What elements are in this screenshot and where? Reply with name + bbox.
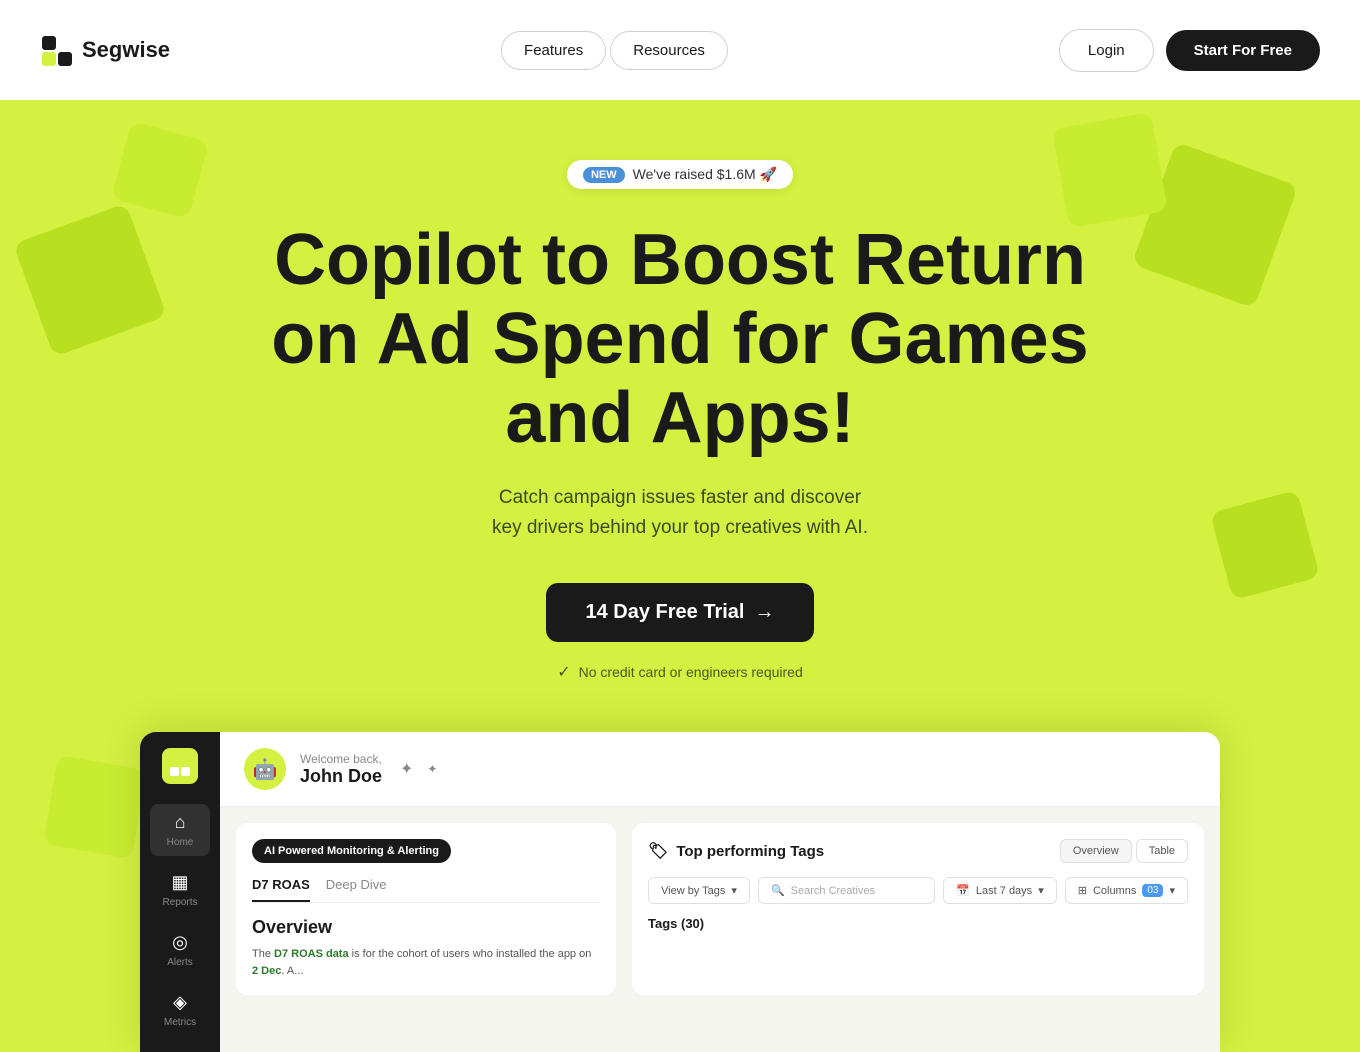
chevron-down-icon: ▾ [731,884,737,897]
right-panel: 🏷 Top performing Tags Overview Table Vie… [632,823,1204,995]
hero-subtitle: Catch campaign issues faster and discove… [492,483,868,544]
arrow-icon: → [754,601,774,624]
app-sidebar: ⌂ Home ▦ Reports ◎ Alerts ◈ Metrics [140,732,220,1052]
tags-count: Tags (30) [648,916,1188,931]
app-preview: ⌂ Home ▦ Reports ◎ Alerts ◈ Metrics 🤖 [140,732,1220,1052]
app-body: AI Powered Monitoring & Alerting D7 ROAS… [220,807,1220,1011]
nav-resources[interactable]: Resources [610,31,728,70]
avatar: 🤖 [244,748,286,790]
deco-cube-br [1210,490,1320,600]
date-filter-btn[interactable]: 📅 Last 7 days ▾ [943,877,1057,904]
search-creatives-field[interactable]: 🔍 Search Creatives [758,877,935,904]
panel-tabs: D7 ROAS Deep Dive [252,877,600,903]
sparkle-icon-2: ✦ [427,762,437,776]
view-table-btn[interactable]: Table [1136,839,1188,863]
date-highlight: 2 Dec [252,965,281,977]
panel-body-text: The D7 ROAS data is for the cohort of us… [252,946,600,979]
right-panel-header: 🏷 Top performing Tags Overview Table [648,839,1188,863]
sidebar-logo [162,748,198,784]
no-cc-text: ✓ No credit card or engineers required [557,662,803,682]
chevron-down-icon-3: ▾ [1169,884,1175,897]
sidebar-item-reports[interactable]: ▦ Reports [150,864,210,916]
search-placeholder: Search Creatives [791,885,875,897]
sidebar-item-home[interactable]: ⌂ Home [150,804,210,856]
left-panel: AI Powered Monitoring & Alerting D7 ROAS… [236,823,616,995]
home-icon: ⌂ [175,812,186,833]
start-free-button[interactable]: Start For Free [1166,30,1320,71]
brand-name: Segwise [82,37,170,63]
checkmark-icon: ✓ [557,662,570,682]
tab-d7roas[interactable]: D7 ROAS [252,877,310,902]
reports-icon: ▦ [171,872,188,893]
deco-cube-tl [13,203,167,357]
nav-features[interactable]: Features [501,31,606,70]
sidebar-item-metrics[interactable]: ◈ Metrics [150,984,210,1036]
highlight-text: D7 ROAS data [274,948,349,960]
hero-section: NEW We've raised $1.6M 🚀 Copilot to Boos… [0,100,1360,1052]
hero-title: Copilot to Boost Return on Ad Spend for … [230,221,1130,459]
columns-icon: ⊞ [1078,884,1087,897]
deco-cube-tl2 [111,121,209,219]
badge-text: We've raised $1.6M 🚀 [633,166,777,183]
toolbar-row: View by Tags ▾ 🔍 Search Creatives 📅 Last… [648,877,1188,904]
columns-count-badge: 03 [1142,884,1163,897]
calendar-icon: 📅 [956,884,970,897]
search-icon: 🔍 [771,884,785,897]
user-info: Welcome back, John Doe [300,752,382,787]
trial-button[interactable]: 14 Day Free Trial → [546,583,815,642]
view-by-tags-btn[interactable]: View by Tags ▾ [648,877,750,904]
chevron-down-icon-2: ▾ [1038,884,1044,897]
sidebar-item-alerts[interactable]: ◎ Alerts [150,924,210,976]
view-overview-btn[interactable]: Overview [1060,839,1132,863]
deco-cube-tr2 [1052,112,1168,228]
login-button[interactable]: Login [1059,29,1154,72]
logo-area: Segwise [40,34,170,66]
panel-title: Overview [252,917,600,938]
tag-panel-icon: 🏷 [648,841,668,861]
nav-actions: Login Start For Free [1059,29,1320,72]
metrics-icon: ◈ [173,992,187,1013]
alerts-icon: ◎ [172,932,188,953]
app-header: 🤖 Welcome back, John Doe ✦ ✦ [220,732,1220,807]
columns-btn[interactable]: ⊞ Columns 03 ▾ [1065,877,1188,904]
right-panel-title: 🏷 Top performing Tags [648,841,824,861]
sparkle-icon-1: ✦ [400,759,413,779]
navbar: Segwise Features Resources Login Start F… [0,0,1360,100]
nav-links: Features Resources [501,31,728,70]
deco-cube-bl [43,755,147,859]
logo-icon [40,34,72,66]
panel-badge: AI Powered Monitoring & Alerting [252,839,451,863]
announcement-badge: NEW We've raised $1.6M 🚀 [567,160,793,189]
tab-deepdive[interactable]: Deep Dive [326,877,387,902]
view-by-tags-label: View by Tags [661,885,725,897]
trial-button-label: 14 Day Free Trial [586,601,745,624]
badge-new-label: NEW [583,167,625,183]
view-buttons: Overview Table [1060,839,1188,863]
app-main: 🤖 Welcome back, John Doe ✦ ✦ AI Powered … [220,732,1220,1052]
